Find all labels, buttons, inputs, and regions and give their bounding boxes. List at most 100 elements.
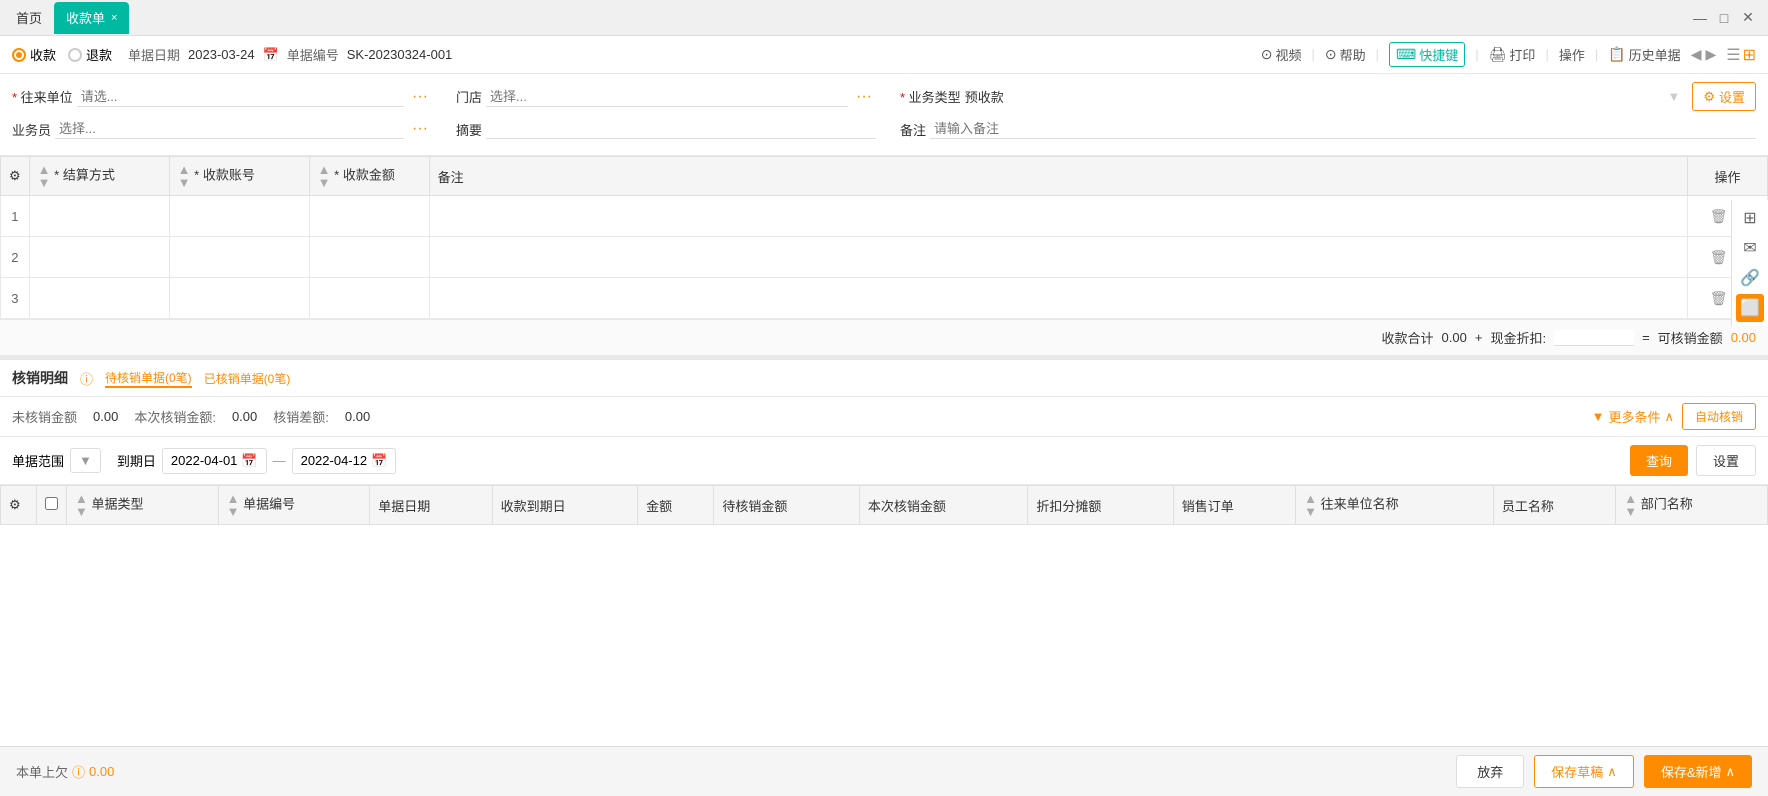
- remark-field: 备注: [900, 119, 1756, 139]
- help-btn[interactable]: ⊙ 帮助: [1325, 45, 1366, 64]
- bottom-col-gear[interactable]: ⚙: [1, 486, 37, 525]
- col-action-th: 操作: [1688, 157, 1768, 196]
- amount-input-3[interactable]: [310, 278, 429, 318]
- range-select[interactable]: ▼: [70, 448, 101, 473]
- bottom-col-due-date: 收款到期日: [492, 486, 637, 525]
- col-gear-th[interactable]: ⚙: [1, 157, 30, 196]
- save-draft-btn[interactable]: 保存草稿 ∧: [1534, 755, 1634, 788]
- bottom-col-checkbox[interactable]: [37, 486, 67, 525]
- recon-info-icon[interactable]: ⓘ: [80, 369, 93, 388]
- amount-cell-3[interactable]: [309, 278, 429, 319]
- col-employee-label: 员工名称: [1502, 499, 1554, 514]
- account-cell-3[interactable]: [169, 278, 309, 319]
- table-settings-btn[interactable]: 设置: [1696, 445, 1756, 476]
- settlement-cell-3[interactable]: [29, 278, 169, 319]
- abandon-btn[interactable]: 放弃: [1456, 755, 1524, 788]
- remark-cell-2[interactable]: [429, 237, 1687, 278]
- date-from-input[interactable]: 2022-04-01 📅: [162, 448, 267, 474]
- salesperson-ellipsis-btn[interactable]: ···: [408, 120, 432, 138]
- counterparty-ellipsis-btn[interactable]: ···: [408, 88, 432, 106]
- tab-pending[interactable]: 待核销单据(0笔): [105, 369, 192, 388]
- window-close-btn[interactable]: ✕: [1740, 10, 1756, 26]
- radio-receipt[interactable]: 收款: [12, 45, 56, 64]
- account-cell-1[interactable]: [169, 196, 309, 237]
- business-type-label: 业务类型: [900, 87, 961, 106]
- tab-done[interactable]: 已核销单据(0笔): [204, 370, 291, 387]
- query-btn[interactable]: 查询: [1630, 445, 1688, 476]
- table-row: 3 🗑 ⊕: [1, 278, 1768, 319]
- salesperson-input[interactable]: [55, 119, 404, 139]
- store-ellipsis-btn[interactable]: ···: [852, 88, 876, 106]
- nav-next-icon[interactable]: ▶: [1705, 46, 1716, 63]
- delete-row-1-icon[interactable]: 🗑: [1710, 208, 1728, 225]
- settlement-input-3[interactable]: [30, 278, 169, 318]
- remark-input-2[interactable]: [430, 237, 1687, 277]
- auto-recon-btn[interactable]: 自动核销: [1682, 403, 1756, 430]
- summary-input[interactable]: [486, 119, 876, 139]
- print-btn[interactable]: 🖨 打印: [1489, 45, 1536, 64]
- counterparty-input[interactable]: [77, 87, 404, 107]
- video-btn[interactable]: ⊙ 视频: [1261, 45, 1302, 64]
- amount-cell-1[interactable]: [309, 196, 429, 237]
- calendar-from-icon: 📅: [241, 453, 257, 469]
- remark-input-3[interactable]: [430, 278, 1687, 318]
- col-amount-label: * 收款金额: [334, 167, 395, 182]
- radio-refund-circle: [68, 48, 82, 62]
- remark-cell-1[interactable]: [429, 196, 1687, 237]
- search-right: 查询 设置: [1630, 445, 1756, 476]
- data-table-area: ⚙ ▲▼ * 结算方式 ▲▼ * 收款账号 ▲▼ * 收款金额 备注: [0, 156, 1768, 356]
- account-input-3[interactable]: [170, 278, 309, 318]
- operation-btn[interactable]: 操作: [1559, 45, 1585, 64]
- remark-input[interactable]: [930, 119, 1756, 139]
- account-input-2[interactable]: [170, 237, 309, 277]
- tab-receipt[interactable]: 收款单 ×: [54, 2, 129, 34]
- layout-grid-icon[interactable]: ⊞: [1743, 45, 1756, 65]
- date-to-input[interactable]: 2022-04-12 📅: [292, 448, 397, 474]
- business-type-field: 业务类型 预收款 ▼ ⚙ 设置: [900, 82, 1756, 111]
- amount-input-2[interactable]: [310, 237, 429, 277]
- settings-btn[interactable]: ⚙ 设置: [1692, 82, 1756, 111]
- discount-input[interactable]: [1554, 330, 1634, 346]
- amount-cell-2[interactable]: [309, 237, 429, 278]
- calendar-icon[interactable]: 📅: [263, 47, 279, 63]
- store-label: 门店: [456, 87, 482, 106]
- select-all-checkbox[interactable]: [45, 497, 58, 510]
- minimize-btn[interactable]: —: [1692, 10, 1708, 26]
- tab-home[interactable]: 首页: [4, 2, 54, 34]
- settlement-input-1[interactable]: [30, 196, 169, 236]
- sidebar-table-icon[interactable]: ⊞: [1736, 204, 1764, 232]
- settlement-cell-1[interactable]: [29, 196, 169, 237]
- sidebar-expand-icon[interactable]: ⬜: [1736, 294, 1764, 322]
- col-pending-label: 待核销金额: [722, 499, 787, 514]
- account-input-1[interactable]: [170, 196, 309, 236]
- more-conditions-btn[interactable]: ▼ 更多条件 ∧: [1592, 407, 1674, 426]
- save-new-btn[interactable]: 保存&新增 ∧: [1644, 755, 1752, 788]
- doc-no-label: 单据编号: [287, 45, 339, 64]
- remark-cell-3[interactable]: [429, 278, 1687, 319]
- sidebar-email-icon[interactable]: ✉: [1736, 234, 1764, 262]
- business-type-dropdown-icon[interactable]: ▼: [1667, 89, 1680, 104]
- store-input[interactable]: [486, 87, 848, 107]
- delete-row-3-icon[interactable]: 🗑: [1710, 290, 1728, 307]
- delete-row-2-icon[interactable]: 🗑: [1710, 249, 1728, 266]
- bottom-table-area: ⚙ ▲▼ 单据类型 ▲▼ 单据编号 单据日期: [0, 485, 1768, 746]
- account-cell-2[interactable]: [169, 237, 309, 278]
- info-icon-footer[interactable]: ⓘ: [72, 762, 85, 781]
- nav-prev-icon[interactable]: ◀: [1691, 46, 1702, 63]
- maximize-btn[interactable]: □: [1716, 10, 1732, 26]
- settlement-input-2[interactable]: [30, 237, 169, 277]
- settlement-cell-2[interactable]: [29, 237, 169, 278]
- settings-gear-icon: ⚙: [1703, 89, 1715, 105]
- history-btn[interactable]: 📋 历史单据: [1608, 45, 1680, 64]
- calendar-to-icon: 📅: [371, 453, 387, 469]
- right-sidebar: ⊞ ✉ 🔗 ⬜: [1731, 200, 1768, 326]
- remark-input-1[interactable]: [430, 196, 1687, 236]
- shortcut-btn[interactable]: ⌨ 快捷键: [1389, 42, 1465, 67]
- layout-list-icon[interactable]: ☰: [1726, 45, 1740, 65]
- tab-receipt-label: 收款单: [66, 8, 105, 27]
- tab-close-icon[interactable]: ×: [111, 12, 117, 24]
- sidebar-link-icon[interactable]: 🔗: [1736, 264, 1764, 292]
- amount-input-1[interactable]: [310, 196, 429, 236]
- doc-no-value: SK-20230324-001: [347, 47, 453, 62]
- radio-refund[interactable]: 退款: [68, 45, 112, 64]
